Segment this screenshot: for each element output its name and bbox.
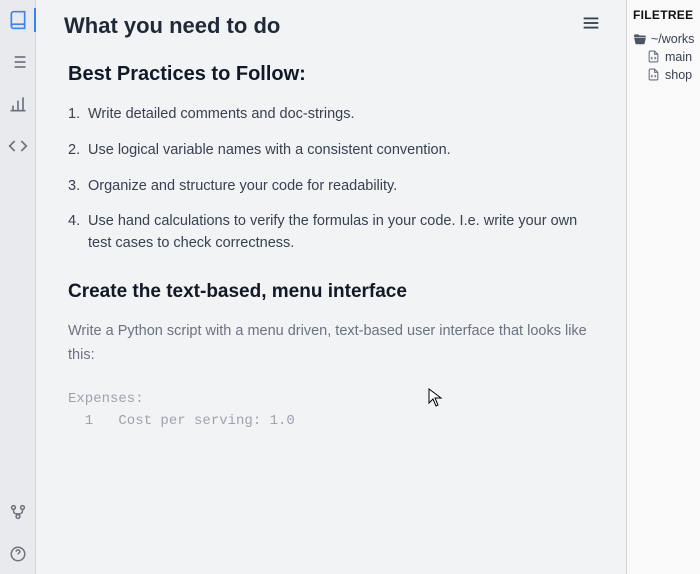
left-rail	[0, 0, 36, 574]
book-icon[interactable]	[6, 8, 30, 32]
best-practices-list: Write detailed comments and doc-strings.…	[68, 104, 602, 255]
file-code-icon	[647, 68, 661, 82]
filetree-file[interactable]: shop	[633, 66, 694, 84]
main-content: What you need to do Best Practices to Fo…	[36, 0, 626, 574]
list-item: Organize and structure your code for rea…	[68, 176, 602, 198]
create-interface-paragraph: Write a Python script with a menu driven…	[68, 319, 602, 368]
filetree-panel: FILETREE ~/works main shop	[626, 0, 700, 574]
help-icon[interactable]	[6, 542, 30, 566]
list-icon[interactable]	[6, 50, 30, 74]
filetree-file-label: main	[665, 50, 692, 64]
file-code-icon	[647, 50, 661, 64]
bar-chart-icon[interactable]	[6, 92, 30, 116]
folder-open-icon	[633, 32, 647, 46]
code-icon[interactable]	[6, 134, 30, 158]
filetree-folder-label: ~/works	[651, 32, 694, 46]
code-sample: Expenses: 1 Cost per serving: 1.0	[68, 388, 602, 433]
filetree-file-label: shop	[665, 68, 692, 82]
filetree-file[interactable]: main	[633, 48, 694, 66]
page-title: What you need to do	[64, 13, 280, 39]
filetree-folder[interactable]: ~/works	[633, 30, 694, 48]
best-practices-heading: Best Practices to Follow:	[68, 63, 602, 86]
list-item: Write detailed comments and doc-strings.	[68, 104, 602, 126]
create-interface-heading: Create the text-based, menu interface	[68, 281, 602, 303]
list-item: Use logical variable names with a consis…	[68, 140, 602, 162]
filetree-title: FILETREE	[633, 8, 694, 22]
hamburger-icon[interactable]	[580, 12, 602, 39]
list-item: Use hand calculations to verify the form…	[68, 211, 602, 255]
branch-icon[interactable]	[6, 500, 30, 524]
